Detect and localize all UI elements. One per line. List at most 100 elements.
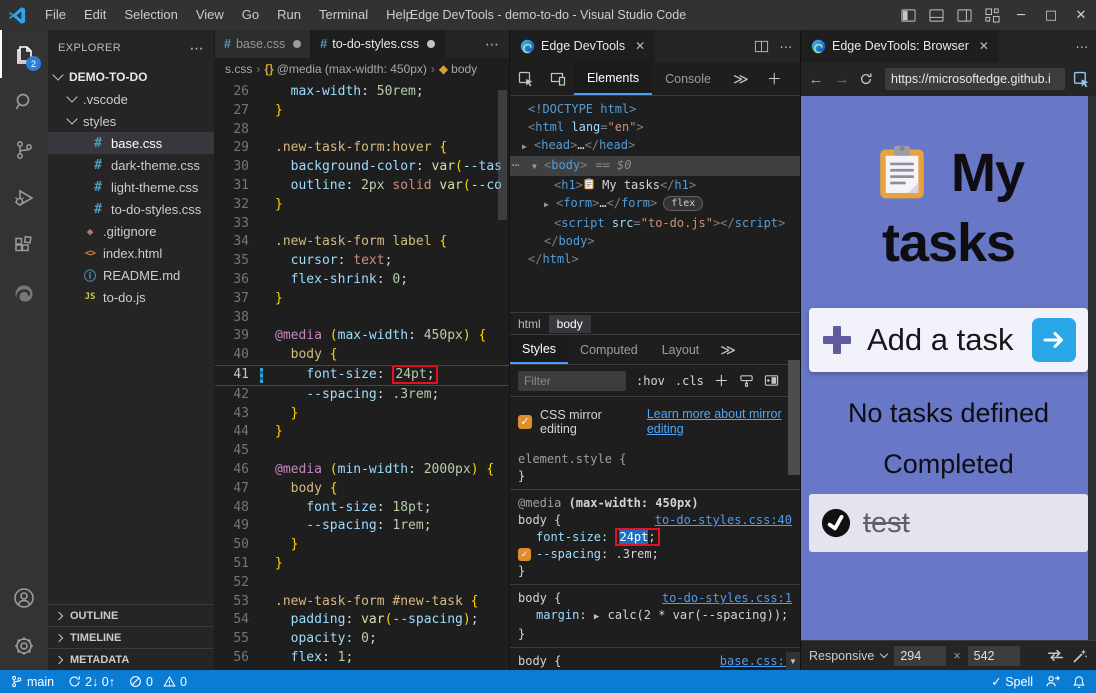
more-tabs-icon[interactable]: ≫ [724, 62, 758, 95]
dom-node-8[interactable]: </html> [510, 250, 800, 268]
code-line-28[interactable]: 28 [215, 121, 509, 140]
code-line-44[interactable]: 44} [215, 423, 509, 442]
styles-tab-computed[interactable]: Computed [568, 335, 650, 364]
code-line-33[interactable]: 33 [215, 215, 509, 234]
devtools-tab-elements[interactable]: Elements [574, 62, 652, 95]
code-line-29[interactable]: 29.new-task-form:hover { [215, 139, 509, 158]
tree-item-light-theme-css[interactable]: #light-theme.css [48, 176, 214, 198]
property-checkbox[interactable]: ✓ [518, 548, 531, 561]
device-emulation-icon[interactable] [542, 62, 574, 95]
code-line-49[interactable]: 49 --spacing: 1rem; [215, 517, 509, 536]
settings-gear-icon[interactable] [0, 622, 48, 670]
run-debug-activity-icon[interactable] [0, 174, 48, 222]
tree-item-styles[interactable]: styles [48, 110, 214, 132]
spell-checker-item[interactable]: ✓ Spell [991, 674, 1033, 689]
dom-node-6[interactable]: <script src="to-do.js"></script> [510, 214, 800, 232]
tab-edge-devtools-browser[interactable]: Edge DevTools: Browser ✕ [801, 30, 999, 62]
code-line-35[interactable]: 35 cursor: text; [215, 252, 509, 271]
problems-item[interactable]: 0 0 [129, 675, 187, 689]
viewport-width-input[interactable]: 294 [894, 646, 946, 666]
stylesheet-link[interactable]: base.css:1 [720, 653, 792, 670]
code-line-50[interactable]: 50 } [215, 536, 509, 555]
breadcrumb-item[interactable]: {}@media (max-width: 450px) [264, 62, 427, 76]
section-metadata[interactable]: METADATA [48, 648, 214, 670]
menu-run[interactable]: Run [268, 7, 310, 22]
search-activity-icon[interactable] [0, 78, 48, 126]
device-mode-select[interactable]: Responsive [809, 649, 874, 663]
inspect-element-icon[interactable] [510, 62, 542, 95]
customize-layout-icon[interactable] [978, 0, 1006, 30]
code-line-42[interactable]: 42 --spacing: .3rem; [215, 386, 509, 405]
color-format-icon[interactable] [739, 373, 754, 388]
css-property-margin[interactable]: margin: ▶ calc(2 * var(--spacing)); [518, 607, 792, 626]
expand-right-icon[interactable]: ▶ [594, 612, 605, 622]
expand-right-icon[interactable]: ▶ [522, 138, 534, 156]
rotate-viewport-icon[interactable] [1046, 648, 1065, 663]
completed-task-item[interactable]: test [809, 494, 1088, 552]
edge-devtools-activity-icon[interactable] [0, 270, 48, 318]
css-property-font-size[interactable]: font-size: 24pt; [518, 529, 792, 546]
code-line-47[interactable]: 47 body { [215, 480, 509, 499]
url-input[interactable]: https://microsoftedge.github.i [885, 68, 1065, 90]
code-line-45[interactable]: 45 [215, 442, 509, 461]
code-line-34[interactable]: 34.new-task-form label { [215, 233, 509, 252]
tree-item--vscode[interactable]: .vscode [48, 88, 214, 110]
toggle-sidebar-icon[interactable] [894, 0, 922, 30]
mirror-editing-checkbox[interactable]: ✓ [518, 415, 532, 429]
tab-base-css[interactable]: # base.css [215, 30, 311, 58]
dom-crumb-body[interactable]: body [549, 315, 591, 333]
code-line-38[interactable]: 38 [215, 309, 509, 328]
breadcrumb-item[interactable]: s.css [225, 62, 252, 76]
dom-node-3[interactable]: ⋯▼<body>== $0 [510, 156, 800, 176]
menu-edit[interactable]: Edit [75, 7, 115, 22]
code-line-27[interactable]: 27} [215, 102, 509, 121]
devtools-tab-console[interactable]: Console [652, 62, 724, 95]
stylesheet-link[interactable]: to-do-styles.css:40 [655, 512, 792, 529]
submit-task-button[interactable] [1032, 318, 1076, 362]
page-scrollbar[interactable] [1088, 96, 1096, 640]
code-line-56[interactable]: 56 flex: 1; [215, 649, 509, 668]
git-branch-item[interactable]: main [10, 675, 54, 689]
dirty-dot-icon[interactable] [293, 40, 301, 48]
tree-item-readme-md[interactable]: ⓘREADME.md [48, 264, 214, 286]
dom-node-7[interactable]: </body> [510, 232, 800, 250]
new-style-rule-icon[interactable]: ＋ [714, 370, 729, 391]
more-tabs-icon[interactable]: ≫ [711, 335, 745, 364]
tree-item-base-css[interactable]: #base.css [48, 132, 214, 154]
devtools-scrollbar[interactable] [788, 360, 800, 475]
menu-go[interactable]: Go [233, 7, 268, 22]
node-menu-icon[interactable]: ⋯ [512, 156, 519, 174]
computed-side-icon[interactable] [764, 373, 779, 388]
notifications-bell-icon[interactable] [1072, 675, 1086, 689]
section-outline[interactable]: OUTLINE [48, 604, 214, 626]
tree-item--gitignore[interactable]: ◆.gitignore [48, 220, 214, 242]
maximize-button[interactable]: □ [1036, 0, 1066, 30]
menu-help[interactable]: Help [377, 7, 422, 22]
tree-item-index-html[interactable]: <>index.html [48, 242, 214, 264]
tree-item-to-do-styles-css[interactable]: #to-do-styles.css [48, 198, 214, 220]
editor-more-actions-icon[interactable]: ⋯ [475, 36, 509, 53]
dom-node-4[interactable]: <h1> My tasks</h1> [510, 176, 800, 194]
code-line-55[interactable]: 55 opacity: 0; [215, 630, 509, 649]
section-timeline[interactable]: TIMELINE [48, 626, 214, 648]
checked-circle-icon[interactable] [821, 508, 851, 538]
explorer-root-folder[interactable]: DEMO-TO-DO [48, 66, 214, 88]
menu-selection[interactable]: Selection [115, 7, 186, 22]
sync-item[interactable]: 2↓ 0↑ [68, 675, 115, 689]
code-line-26[interactable]: 26 max-width: 50rem; [215, 83, 509, 102]
minimize-button[interactable]: ─ [1006, 0, 1036, 30]
mirror-editing-learn-more-link[interactable]: Learn more about mirror editing [647, 407, 792, 437]
menu-file[interactable]: File [36, 7, 75, 22]
code-line-37[interactable]: 37} [215, 290, 509, 309]
close-icon[interactable]: ✕ [635, 39, 645, 53]
styles-pane[interactable]: element.style {}@media (max-width: 450px… [510, 446, 800, 670]
tree-item-to-do-js[interactable]: JSto-do.js [48, 286, 214, 308]
close-icon[interactable]: ✕ [979, 39, 989, 53]
code-line-51[interactable]: 51} [215, 555, 509, 574]
pseudo-state-button[interactable]: :hov [636, 374, 665, 388]
tab-to-do-styles-css[interactable]: # to-do-styles.css [311, 30, 445, 58]
dom-node-1[interactable]: <html lang="en"> [510, 118, 800, 136]
flex-badge[interactable]: flex [663, 196, 703, 211]
code-line-39[interactable]: 39@media (max-width: 450px) { [215, 327, 509, 346]
explorer-activity-icon[interactable]: 2 [0, 30, 48, 78]
